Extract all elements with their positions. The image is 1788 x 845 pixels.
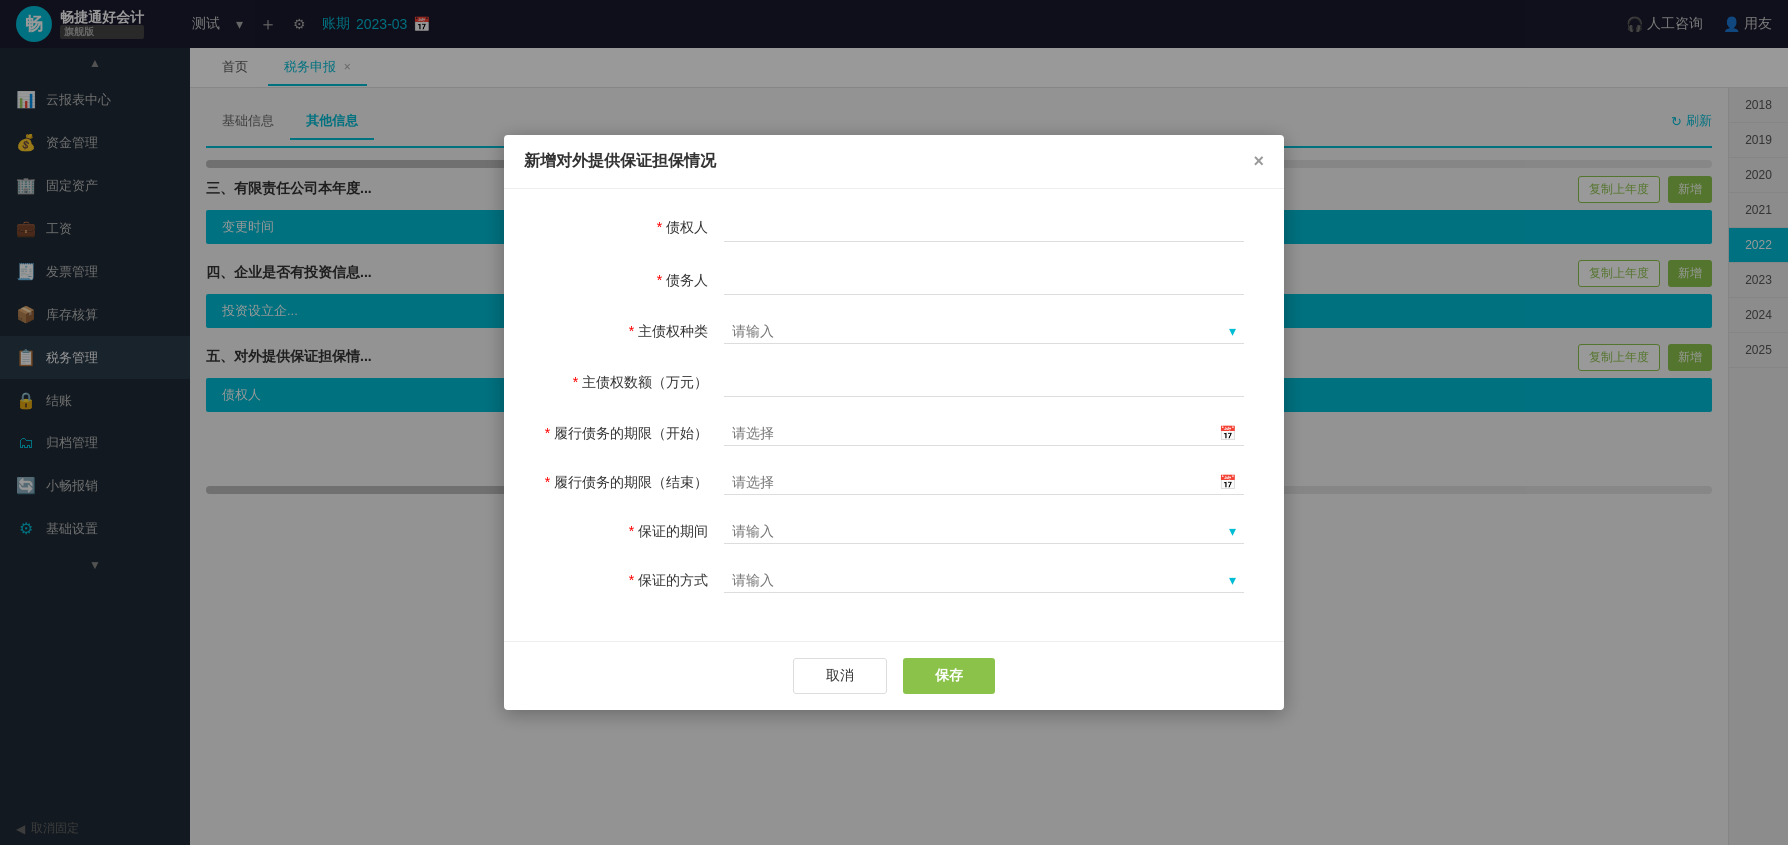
field-period-end-input[interactable] xyxy=(732,474,1219,490)
required-marker: * xyxy=(545,425,550,441)
select-claim-type[interactable]: ▾ xyxy=(724,319,1244,344)
field-label-claim-type: 主债权种类 xyxy=(638,323,708,339)
date-period-end[interactable]: 📅 xyxy=(724,470,1244,495)
select-guarantee-method[interactable]: ▾ xyxy=(724,568,1244,593)
guarantee-period-chevron-icon[interactable]: ▾ xyxy=(1229,523,1236,539)
modal-close-button[interactable]: × xyxy=(1253,151,1264,172)
form-row-period-start: * 履行债务的期限（开始） 📅 xyxy=(544,421,1244,446)
field-debtor[interactable] xyxy=(724,266,1244,295)
modal-footer: 取消 保存 xyxy=(504,641,1284,710)
form-row-period-end: * 履行债务的期限（结束） 📅 xyxy=(544,470,1244,495)
modal-overlay: 新增对外提供保证担保情况 × * 债权人 * 债务人 xyxy=(0,0,1788,845)
form-row-claim-type: * 主债权种类 ▾ xyxy=(544,319,1244,344)
field-period-start-input[interactable] xyxy=(732,425,1219,441)
period-start-calendar-icon[interactable]: 📅 xyxy=(1219,425,1236,441)
required-marker: * xyxy=(657,219,662,235)
modal-dialog: 新增对外提供保证担保情况 × * 债权人 * 债务人 xyxy=(504,135,1284,710)
required-marker: * xyxy=(573,374,578,390)
field-label-period-end: 履行债务的期限（结束） xyxy=(554,474,708,490)
field-label-guarantee-method: 保证的方式 xyxy=(638,572,708,588)
form-row-creditor: * 债权人 xyxy=(544,213,1244,242)
field-creditor[interactable] xyxy=(724,213,1244,242)
field-guarantee-period-input[interactable] xyxy=(732,523,1229,539)
field-guarantee-method-input[interactable] xyxy=(732,572,1229,588)
field-label-period-start: 履行债务的期限（开始） xyxy=(554,425,708,441)
cancel-button[interactable]: 取消 xyxy=(793,658,887,694)
select-guarantee-period[interactable]: ▾ xyxy=(724,519,1244,544)
form-row-debtor: * 债务人 xyxy=(544,266,1244,295)
date-period-start[interactable]: 📅 xyxy=(724,421,1244,446)
form-row-guarantee-method: * 保证的方式 ▾ xyxy=(544,568,1244,593)
form-row-claim-amount: * 主债权数额（万元） xyxy=(544,368,1244,397)
period-end-calendar-icon[interactable]: 📅 xyxy=(1219,474,1236,490)
required-marker: * xyxy=(629,572,634,588)
required-marker: * xyxy=(657,272,662,288)
field-label-claim-amount: 主债权数额（万元） xyxy=(582,374,708,390)
required-marker: * xyxy=(545,474,550,490)
required-marker: * xyxy=(629,523,634,539)
required-marker: * xyxy=(629,323,634,339)
claim-type-chevron-icon[interactable]: ▾ xyxy=(1229,323,1236,339)
save-button[interactable]: 保存 xyxy=(903,658,995,694)
modal-title: 新增对外提供保证担保情况 xyxy=(524,151,716,172)
field-label-guarantee-period: 保证的期间 xyxy=(638,523,708,539)
field-claim-amount[interactable] xyxy=(724,368,1244,397)
modal-header: 新增对外提供保证担保情况 × xyxy=(504,135,1284,189)
field-label-debtor: 债务人 xyxy=(666,272,708,288)
modal-body: * 债权人 * 债务人 * 主债权种类 xyxy=(504,189,1284,641)
form-row-guarantee-period: * 保证的期间 ▾ xyxy=(544,519,1244,544)
field-label-creditor: 债权人 xyxy=(666,219,708,235)
field-claim-type-input[interactable] xyxy=(732,323,1229,339)
guarantee-method-chevron-icon[interactable]: ▾ xyxy=(1229,572,1236,588)
